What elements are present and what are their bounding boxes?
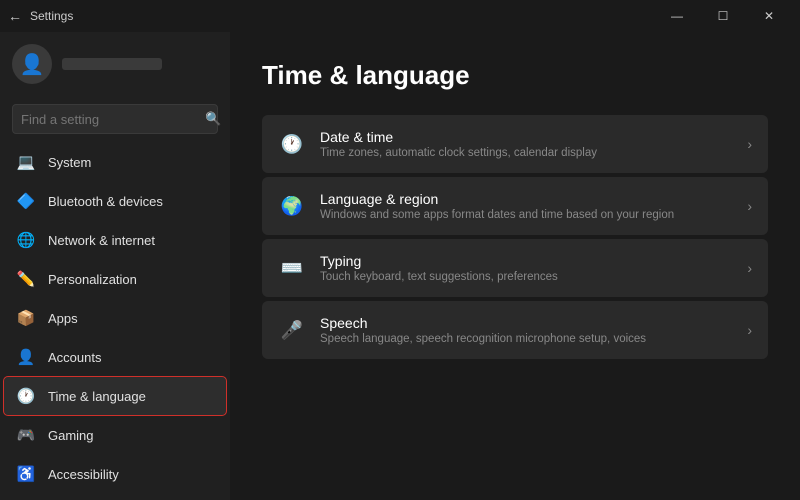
settings-container: 🕐 Date & time Time zones, automatic cloc… — [262, 115, 768, 359]
setting-card-text-typing: Typing Touch keyboard, text suggestions,… — [320, 253, 558, 283]
setting-card-title-typing: Typing — [320, 253, 558, 269]
setting-card-left-speech: 🎤 Speech Speech language, speech recogni… — [278, 315, 646, 345]
bluetooth-icon: 🔷 — [16, 191, 36, 211]
personalization-icon: ✏️ — [16, 269, 36, 289]
setting-card-title-speech: Speech — [320, 315, 646, 331]
sidebar-item-accounts[interactable]: 👤 Accounts — [4, 338, 226, 376]
sidebar-item-gaming[interactable]: 🎮 Gaming — [4, 416, 226, 454]
search-icon: 🔍 — [205, 111, 221, 127]
accessibility-icon: ♿ — [16, 464, 36, 484]
nav-container: 💻 System 🔷 Bluetooth & devices 🌐 Network… — [0, 142, 230, 500]
accessibility-label: Accessibility — [48, 467, 119, 482]
minimize-button[interactable]: — — [654, 0, 700, 32]
setting-card-left-typing: ⌨️ Typing Touch keyboard, text suggestio… — [278, 253, 558, 283]
apps-icon: 📦 — [16, 308, 36, 328]
typing-icon: ⌨️ — [278, 254, 306, 282]
maximize-button[interactable]: ☐ — [700, 0, 746, 32]
setting-card-text-date-time: Date & time Time zones, automatic clock … — [320, 129, 597, 159]
chevron-icon-date-time: › — [747, 136, 752, 152]
setting-card-language-region[interactable]: 🌍 Language & region Windows and some app… — [262, 177, 768, 235]
avatar-icon: 👤 — [20, 52, 45, 77]
titlebar-controls: — ☐ ✕ — [654, 0, 792, 32]
page-title: Time & language — [262, 60, 768, 91]
chevron-icon-typing: › — [747, 260, 752, 276]
date-time-icon: 🕐 — [278, 130, 306, 158]
time-language-icon: 🕐 — [16, 386, 36, 406]
setting-card-text-language-region: Language & region Windows and some apps … — [320, 191, 674, 221]
system-icon: 💻 — [16, 152, 36, 172]
setting-card-typing[interactable]: ⌨️ Typing Touch keyboard, text suggestio… — [262, 239, 768, 297]
setting-card-speech[interactable]: 🎤 Speech Speech language, speech recogni… — [262, 301, 768, 359]
setting-card-desc-language-region: Windows and some apps format dates and t… — [320, 209, 674, 221]
titlebar-title: Settings — [30, 9, 73, 23]
accounts-icon: 👤 — [16, 347, 36, 367]
speech-icon: 🎤 — [278, 316, 306, 344]
setting-card-title-date-time: Date & time — [320, 129, 597, 145]
sidebar-item-system[interactable]: 💻 System — [4, 143, 226, 181]
gaming-label: Gaming — [48, 428, 94, 443]
language-region-icon: 🌍 — [278, 192, 306, 220]
apps-label: Apps — [48, 311, 78, 326]
user-profile[interactable]: 👤 — [0, 32, 230, 96]
sidebar-item-network[interactable]: 🌐 Network & internet — [4, 221, 226, 259]
close-button[interactable]: ✕ — [746, 0, 792, 32]
sidebar-item-personalization[interactable]: ✏️ Personalization — [4, 260, 226, 298]
network-label: Network & internet — [48, 233, 155, 248]
bluetooth-label: Bluetooth & devices — [48, 194, 163, 209]
setting-card-desc-speech: Speech language, speech recognition micr… — [320, 333, 646, 345]
accounts-label: Accounts — [48, 350, 101, 365]
back-icon[interactable]: ← — [8, 8, 22, 24]
system-label: System — [48, 155, 91, 170]
sidebar: 👤 🔍 💻 System 🔷 Bluetooth & devices 🌐 Net… — [0, 32, 230, 500]
search-input[interactable] — [21, 112, 197, 127]
content-area: Time & language 🕐 Date & time Time zones… — [230, 32, 800, 500]
user-name-bar — [62, 58, 162, 70]
setting-card-desc-typing: Touch keyboard, text suggestions, prefer… — [320, 271, 558, 283]
chevron-icon-language-region: › — [747, 198, 752, 214]
setting-card-text-speech: Speech Speech language, speech recogniti… — [320, 315, 646, 345]
chevron-icon-speech: › — [747, 322, 752, 338]
setting-card-left-language-region: 🌍 Language & region Windows and some app… — [278, 191, 674, 221]
network-icon: 🌐 — [16, 230, 36, 250]
titlebar-left: ← Settings — [8, 8, 73, 24]
time-language-label: Time & language — [48, 389, 146, 404]
sidebar-item-privacy-security[interactable]: 🔒 Privacy & security — [4, 494, 226, 500]
titlebar: ← Settings — ☐ ✕ — [0, 0, 800, 32]
sidebar-item-bluetooth[interactable]: 🔷 Bluetooth & devices — [4, 182, 226, 220]
sidebar-item-time-language[interactable]: 🕐 Time & language — [4, 377, 226, 415]
gaming-icon: 🎮 — [16, 425, 36, 445]
setting-card-date-time[interactable]: 🕐 Date & time Time zones, automatic cloc… — [262, 115, 768, 173]
main-layout: 👤 🔍 💻 System 🔷 Bluetooth & devices 🌐 Net… — [0, 32, 800, 500]
sidebar-item-accessibility[interactable]: ♿ Accessibility — [4, 455, 226, 493]
sidebar-item-apps[interactable]: 📦 Apps — [4, 299, 226, 337]
setting-card-title-language-region: Language & region — [320, 191, 674, 207]
avatar: 👤 — [12, 44, 52, 84]
setting-card-desc-date-time: Time zones, automatic clock settings, ca… — [320, 147, 597, 159]
setting-card-left-date-time: 🕐 Date & time Time zones, automatic cloc… — [278, 129, 597, 159]
personalization-label: Personalization — [48, 272, 137, 287]
search-box[interactable]: 🔍 — [12, 104, 218, 134]
